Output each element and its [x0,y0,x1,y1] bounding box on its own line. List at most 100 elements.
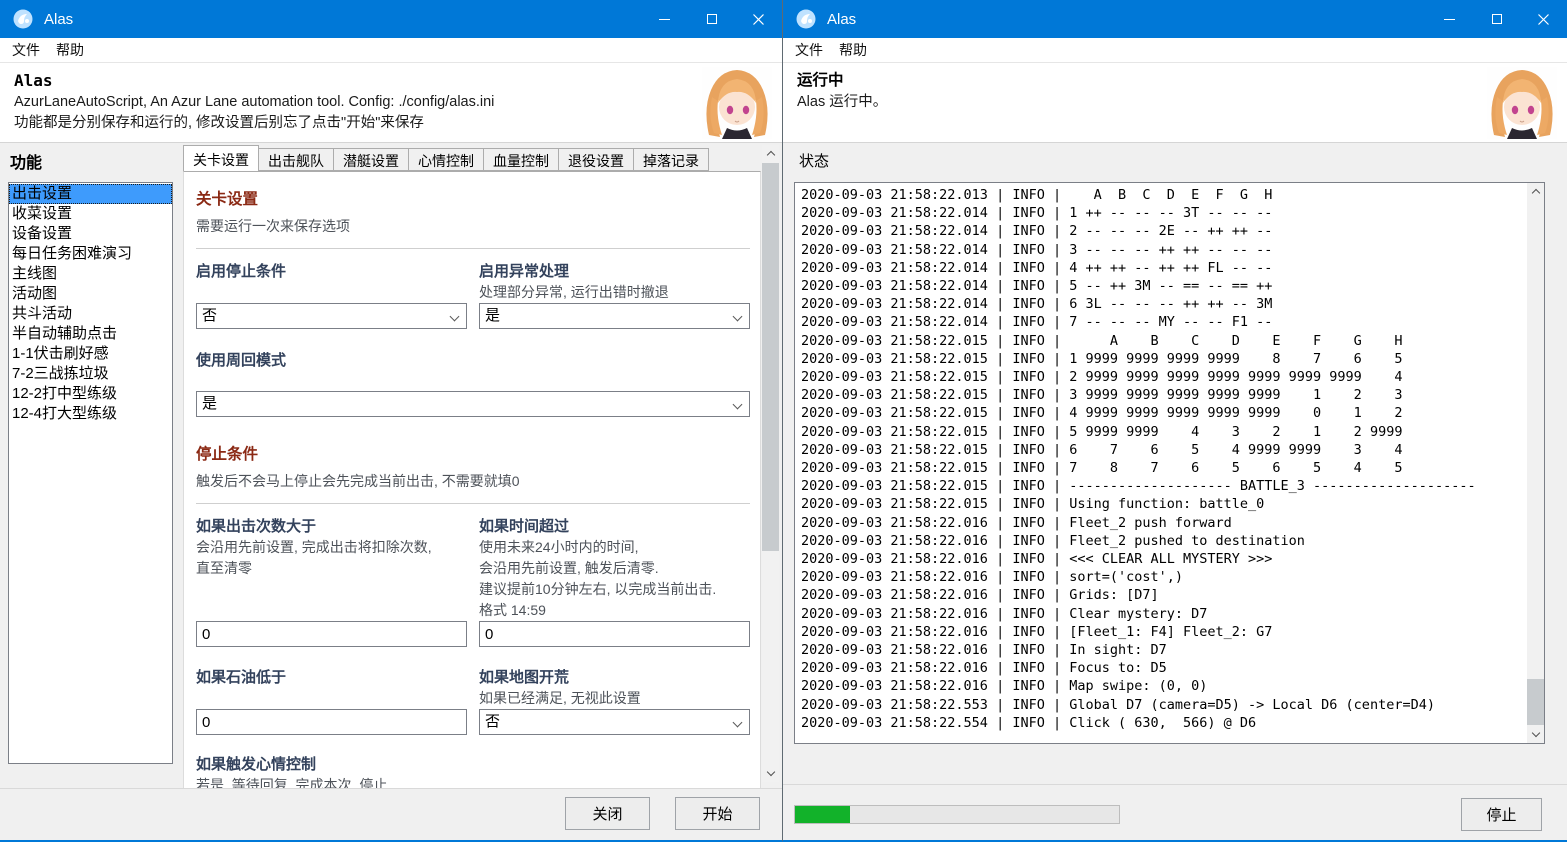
progress-fill [795,806,851,823]
close-app-button[interactable]: 关闭 [565,797,650,830]
minimize-button[interactable] [641,0,688,38]
sidebar-item[interactable]: 12-2打中型练级 [9,384,172,404]
log-line: 2020-09-03 21:58:22.015 | INFO | 1 9999 … [801,350,1403,367]
tab[interactable]: 潜艇设置 [333,148,409,171]
if-map-clear-select[interactable]: 否 [479,709,750,735]
close-button[interactable] [1520,0,1567,38]
chevron-up-icon [1531,188,1540,198]
log-line: 2020-09-03 21:58:22.016 | INFO | In sigh… [801,642,1167,659]
progress-bar [794,805,1120,824]
status-label: 状态 [799,153,830,170]
round-mode-select[interactable]: 是 [196,391,750,417]
tabstrip: 关卡设置 出击舰队 潜艇设置 心情控制 血量控制 退役设置 掉落记录 [183,145,709,171]
field-help-if-time: 使用未来24小时内的时间, 会沿用先前设置, 触发后清零. 建议提前10分钟左右… [479,539,717,618]
log-line: 2020-09-03 21:58:22.015 | INFO | 5 9999 … [801,423,1403,440]
field-help-if-map-clear: 如果已经满足, 无视此设置 [479,690,641,706]
chevron-down-icon [449,311,460,322]
menu-item[interactable]: 帮助 [831,38,875,62]
chevron-up-icon [766,150,775,160]
runner-footer: 停止 [783,784,1567,840]
log-line: 2020-09-03 21:58:22.015 | INFO | 3 9999 … [801,387,1403,404]
minimize-button[interactable] [1426,0,1473,38]
tab[interactable]: 关卡设置 [183,145,259,171]
start-button[interactable]: 开始 [675,797,760,830]
tab[interactable]: 退役设置 [558,148,634,171]
sidebar-item[interactable]: 设备设置 [9,224,172,244]
section-title-stop: 停止条件 [196,446,259,463]
sidebar-item[interactable]: 出击设置 [9,184,172,204]
log-line: 2020-09-03 21:58:22.016 | INFO | [Fleet_… [801,623,1273,640]
form-row: 如果石油低于 如果地图开荒 如果已经满足, 无视此设置 否 [196,668,750,735]
titlebar-right[interactable]: Alas [783,0,1567,38]
tab[interactable]: 掉落记录 [633,148,709,171]
maximize-icon [1491,14,1502,24]
divider [196,248,750,249]
menu-item[interactable]: 文件 [787,38,831,62]
sidebar-item[interactable]: 主线图 [9,264,172,284]
app-title: Alas [14,71,53,90]
sidebar-item[interactable]: 收菜设置 [9,204,172,224]
log-line: 2020-09-03 21:58:22.016 | INFO | Grids: … [801,587,1159,604]
titlebar-left[interactable]: Alas [0,0,782,38]
menubar-right: 文件 帮助 [783,38,1567,63]
panel-scrollbar[interactable] [762,145,779,782]
select-value: 是 [202,395,218,412]
field-label-enable-exception: 启用异常处理 [479,263,570,280]
form-row: 启用停止条件 否 启用异常处理 处理部分异常, 运行出错时撤退 是 [196,262,750,329]
settings-panel: 关卡设置 需要运行一次来保存选项 启用停止条件 否 启用异常处理 处理部分异常,… [183,171,761,789]
section-title-stage: 关卡设置 [196,191,259,208]
sidebar-item[interactable]: 7-2三战拣垃圾 [9,364,172,384]
maximize-button[interactable] [1473,0,1520,38]
scroll-up-button[interactable] [762,145,779,162]
log-line: 2020-09-03 21:58:22.013 | INFO | A B C D… [801,187,1273,203]
log-line: 2020-09-03 21:58:22.015 | INFO | Using f… [801,496,1265,513]
sidebar-item[interactable]: 1-1伏击刷好感 [9,344,172,364]
scroll-up-button[interactable] [1527,183,1544,200]
alas-logo-icon [12,8,34,30]
scrollbar-thumb[interactable] [762,163,779,551]
sidebar-item[interactable]: 共斗活动 [9,304,172,324]
log-line: 2020-09-03 21:58:22.014 | INFO | 1 ++ --… [801,205,1273,222]
menu-item[interactable]: 帮助 [48,38,92,62]
log-line: 2020-09-03 21:58:22.016 | INFO | Map swi… [801,678,1208,695]
close-button[interactable] [735,0,782,38]
select-value: 是 [485,307,501,324]
function-listbox[interactable]: 出击设置 收菜设置 设备设置 每日任务困难演习 主线图 活动图 共斗活动 半自动辅助点击 1-1… [8,182,173,764]
enable-exception-select[interactable]: 是 [479,303,750,329]
field-label-if-time: 如果时间超过 [479,518,570,535]
log-output[interactable]: 2020-09-03 21:58:22.013 | INFO | A B C D… [794,182,1545,744]
chevron-down-icon [766,767,775,777]
log-line: 2020-09-03 21:58:22.014 | INFO | 3 -- --… [801,241,1273,258]
menu-item[interactable]: 文件 [4,38,48,62]
maximize-button[interactable] [688,0,735,38]
form-row: 如果触发心情控制 若是, 等待回复, 完成本次, 停止 [196,755,750,788]
log-lines: 2020-09-03 21:58:22.013 | INFO | A B C D… [795,183,1544,732]
log-line: 2020-09-03 21:58:22.016 | INFO | Clear m… [801,605,1208,622]
chevron-down-icon [732,717,743,728]
log-line: 2020-09-03 21:58:22.016 | INFO | sort=('… [801,569,1184,586]
sidebar-item[interactable]: 12-4打大型练级 [9,404,172,424]
tab[interactable]: 出击舰队 [258,148,334,171]
sidebar-item[interactable]: 半自动辅助点击 [9,324,172,344]
enable-stop-select[interactable]: 否 [196,303,467,329]
app-subtitle: AzurLaneAutoScript, An Azur Lane automat… [14,94,495,110]
sidebar-item[interactable]: 活动图 [9,284,172,304]
window-title: Alas [827,10,857,28]
scrollbar-thumb[interactable] [1527,679,1544,725]
stop-button[interactable]: 停止 [1461,798,1542,831]
field-label-if-count: 如果出击次数大于 [196,518,317,535]
log-line: 2020-09-03 21:58:22.014 | INFO | 2 -- --… [801,223,1273,240]
tab[interactable]: 心情控制 [408,148,484,171]
sidebar-item[interactable]: 每日任务困难演习 [9,244,172,264]
if-oil-input[interactable] [196,709,467,735]
scroll-down-button[interactable] [1527,726,1544,743]
if-time-input[interactable] [479,621,750,647]
log-line: 2020-09-03 21:58:22.015 | INFO | 2 9999 … [801,369,1403,386]
scroll-down-button[interactable] [762,765,779,782]
window-controls [1426,0,1567,38]
log-scrollbar[interactable] [1527,183,1544,743]
field-label-if-oil: 如果石油低于 [196,669,287,686]
if-count-input[interactable] [196,621,467,647]
tab[interactable]: 血量控制 [483,148,559,171]
log-line: 2020-09-03 21:58:22.015 | INFO | 6 7 6 5… [801,441,1403,458]
